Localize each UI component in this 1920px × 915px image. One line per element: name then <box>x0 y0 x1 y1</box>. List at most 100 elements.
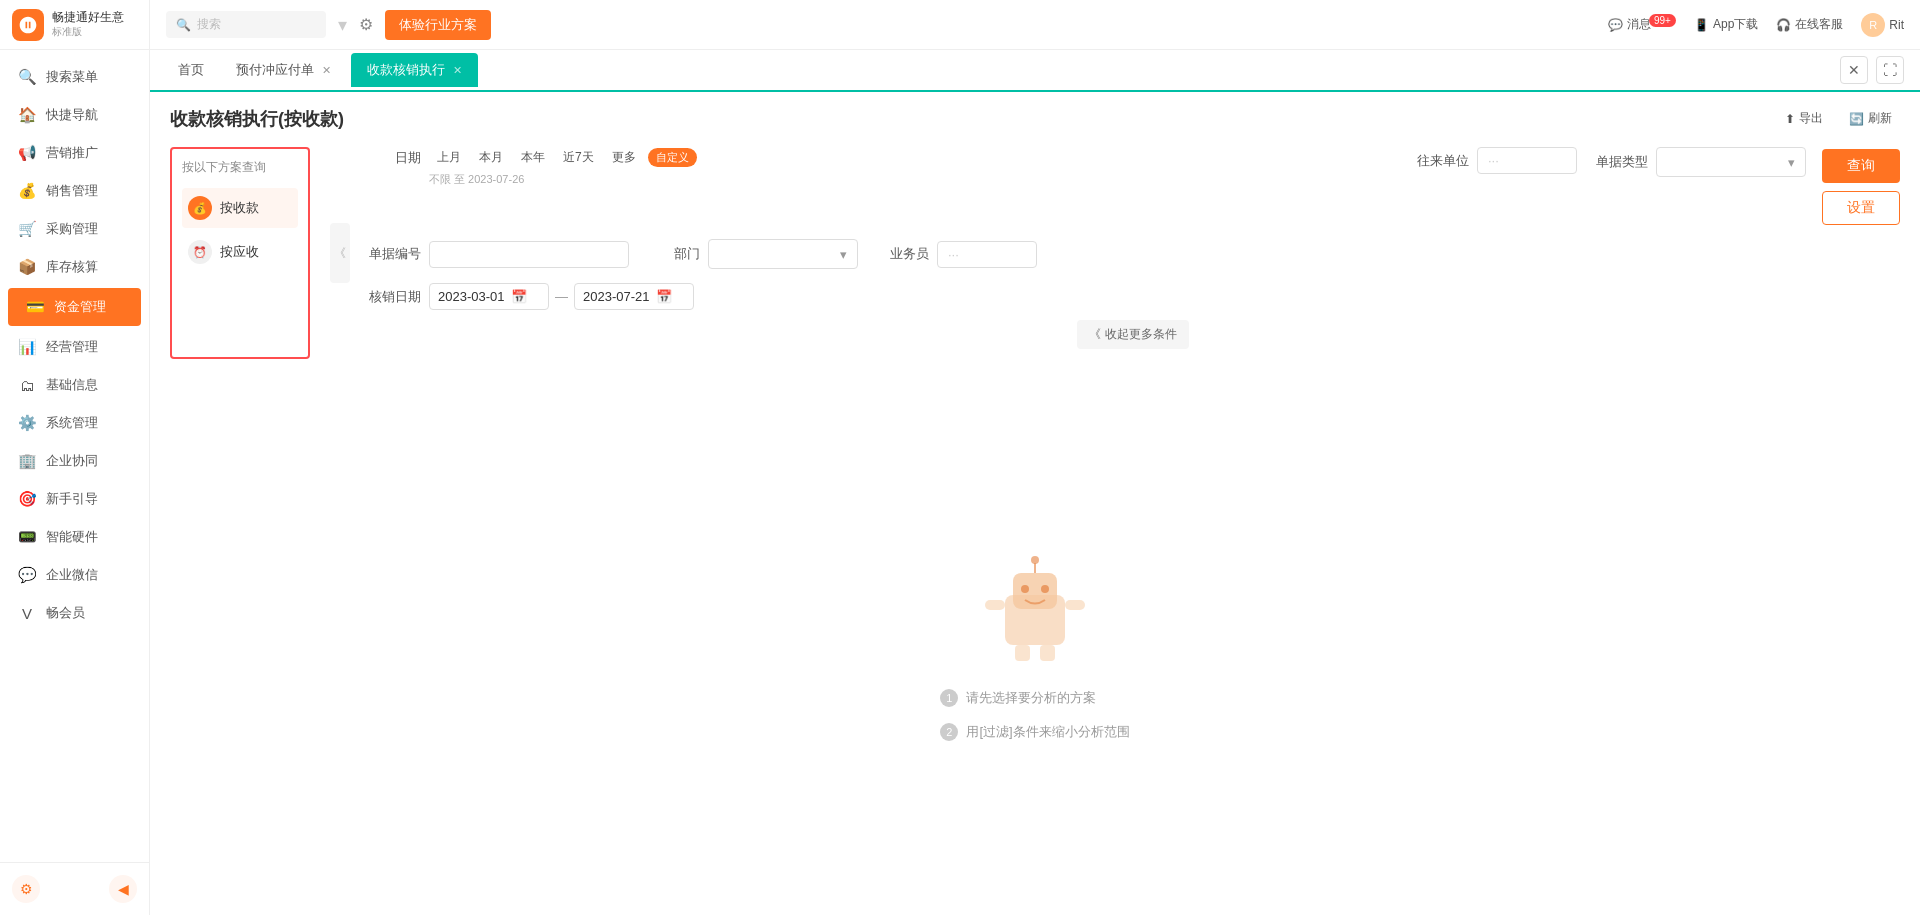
receivable-icon: ⏰ <box>188 240 212 264</box>
svg-point-3 <box>1041 585 1049 593</box>
filter-option-by-receivable[interactable]: ⏰ 按应收 <box>182 232 298 272</box>
empty-hint-1: 请先选择要分析的方案 <box>966 685 1096 711</box>
tab-prepay-close[interactable]: ✕ <box>322 64 331 77</box>
collapse-filter-button[interactable]: 《 <box>330 223 350 283</box>
last-month-btn[interactable]: 上月 <box>431 147 467 168</box>
salesperson-label: 业务员 <box>874 245 929 263</box>
sidebar-item-sales[interactable]: 💰 销售管理 <box>0 172 149 210</box>
avatar: R <box>1861 13 1885 37</box>
more-dates-btn[interactable]: 更多 <box>606 147 642 168</box>
custom-date-tag[interactable]: 自定义 <box>648 148 697 167</box>
system-icon: ⚙️ <box>18 414 36 432</box>
expand-conditions-button[interactable]: 《 收起更多条件 <box>1077 320 1189 349</box>
date-label: 日期 <box>366 149 421 167</box>
sidebar-item-quick-nav[interactable]: 🏠 快捷导航 <box>0 96 149 134</box>
counterpart-label: 往来单位 <box>1414 152 1469 170</box>
this-month-btn[interactable]: 本月 <box>473 147 509 168</box>
dropdown-icon: ▾ <box>338 14 347 36</box>
doc-no-label: 单据编号 <box>366 245 421 263</box>
maximize-button[interactable]: ⛶ <box>1876 56 1904 84</box>
sidebar-item-system[interactable]: ⚙️ 系统管理 <box>0 404 149 442</box>
sidebar: 畅捷通好生意 标准版 🔍 搜索菜单 🏠 快捷导航 📢 营销推广 💰 销售管理 🛒… <box>0 0 150 915</box>
filter-main: 日期 上月 本月 本年 近7天 更多 自定义 不限 至 2023-07-26 <box>366 147 1900 359</box>
chevron-up-icon: 《 <box>1089 326 1101 343</box>
tab-writeoff[interactable]: 收款核销执行 ✕ <box>351 53 478 87</box>
sidebar-item-finance[interactable]: 💳 资金管理 <box>8 288 141 326</box>
query-button[interactable]: 查询 <box>1822 149 1900 183</box>
logo-text: 畅捷通好生意 <box>52 10 124 26</box>
this-year-btn[interactable]: 本年 <box>515 147 551 168</box>
search-icon: 🔍 <box>176 18 191 32</box>
empty-illustration <box>975 545 1095 665</box>
finance-icon: 💳 <box>26 298 44 316</box>
sidebar-item-inventory[interactable]: 📦 库存核算 <box>0 248 149 286</box>
member-icon: V <box>18 605 36 622</box>
settings-button[interactable]: ⚙ <box>12 875 40 903</box>
sidebar-footer: ⚙ ◀ <box>0 862 149 915</box>
sidebar-item-wechat[interactable]: 💬 企业微信 <box>0 556 149 594</box>
writeoff-date-start-input[interactable]: 2023-03-01 📅 <box>429 283 549 310</box>
collapse-sidebar-button[interactable]: ◀ <box>109 875 137 903</box>
tab-home[interactable]: 首页 <box>166 53 216 87</box>
app-download-button[interactable]: 📱 App下载 <box>1694 16 1758 33</box>
writeoff-date-end-input[interactable]: 2023-07-21 📅 <box>574 283 694 310</box>
sidebar-item-member[interactable]: V 畅会员 <box>0 594 149 632</box>
wechat-icon: 💬 <box>18 566 36 584</box>
filter-sidebar-title: 按以下方案查询 <box>182 159 298 176</box>
tabs-bar: 首页 预付冲应付单 ✕ 收款核销执行 ✕ ✕ ⛶ <box>150 50 1920 92</box>
svg-point-2 <box>1021 585 1029 593</box>
sidebar-item-operation[interactable]: 📊 经营管理 <box>0 328 149 366</box>
tab-writeoff-close[interactable]: ✕ <box>453 64 462 77</box>
refresh-icon: 🔄 <box>1849 112 1864 126</box>
sidebar-item-purchase[interactable]: 🛒 采购管理 <box>0 210 149 248</box>
page-title: 收款核销执行(按收款) <box>170 107 344 131</box>
doc-type-select[interactable]: ▾ <box>1656 147 1806 177</box>
counterpart-input[interactable]: ··· <box>1477 147 1577 174</box>
department-select[interactable]: ▾ <box>708 239 858 269</box>
marketing-icon: 📢 <box>18 144 36 162</box>
topbar: 🔍 搜索 ▾ ⚙ 体验行业方案 💬 消息 99+ 📱 App下载 🎧 在线客服 <box>150 0 1920 50</box>
writeoff-date-label: 核销日期 <box>366 288 421 306</box>
main-content: 🔍 搜索 ▾ ⚙ 体验行业方案 💬 消息 99+ 📱 App下载 🎧 在线客服 <box>150 0 1920 915</box>
export-button[interactable]: ⬆ 导出 <box>1777 106 1831 131</box>
filter-option-by-receipt[interactable]: 💰 按收款 <box>182 188 298 228</box>
sidebar-item-hardware[interactable]: 📟 智能硬件 <box>0 518 149 556</box>
quick-dates: 上月 本月 本年 近7天 更多 自定义 <box>431 147 697 168</box>
sidebar-item-marketing[interactable]: 📢 营销推广 <box>0 134 149 172</box>
tab-prepay[interactable]: 预付冲应付单 ✕ <box>220 53 347 87</box>
sidebar-item-guide[interactable]: 🎯 新手引导 <box>0 480 149 518</box>
empty-hint-2: 用[过滤]条件来缩小分析范围 <box>966 719 1129 745</box>
filter-area: 按以下方案查询 💰 按收款 ⏰ 按应收 《 <box>150 131 1920 375</box>
online-service-button[interactable]: 🎧 在线客服 <box>1776 16 1843 33</box>
logo-sub: 标准版 <box>52 25 124 39</box>
search-icon: 🔍 <box>18 68 36 86</box>
svg-rect-7 <box>1065 600 1085 610</box>
refresh-button[interactable]: 🔄 刷新 <box>1841 106 1900 131</box>
calendar-end-icon: 📅 <box>656 289 672 304</box>
user-menu[interactable]: R Rit <box>1861 13 1904 37</box>
salesperson-input[interactable]: ··· <box>937 241 1037 268</box>
empty-state: 1 请先选择要分析的方案 2 用[过滤]条件来缩小分析范围 <box>150 375 1920 915</box>
date-hint: 不限 至 2023-07-26 <box>429 172 1398 187</box>
doc-type-label: 单据类型 <box>1593 153 1648 171</box>
receipt-icon: 💰 <box>188 196 212 220</box>
phone-icon: 📱 <box>1694 18 1709 32</box>
sidebar-item-enterprise[interactable]: 🏢 企业协同 <box>0 442 149 480</box>
setting-button[interactable]: 设置 <box>1822 191 1900 225</box>
solution-button[interactable]: 体验行业方案 <box>385 10 491 40</box>
sidebar-item-basic[interactable]: 🗂 基础信息 <box>0 366 149 404</box>
doc-no-input[interactable] <box>429 241 629 268</box>
messages-button[interactable]: 💬 消息 99+ <box>1608 16 1676 33</box>
last-7-days-btn[interactable]: 近7天 <box>557 147 600 168</box>
filter-scheme-panel: 按以下方案查询 💰 按收款 ⏰ 按应收 <box>170 147 310 359</box>
sidebar-item-search[interactable]: 🔍 搜索菜单 <box>0 58 149 96</box>
close-tab-button[interactable]: ✕ <box>1840 56 1868 84</box>
topbar-search[interactable]: 🔍 搜索 <box>166 11 326 38</box>
svg-point-5 <box>1031 556 1039 564</box>
headset-icon: 🎧 <box>1776 18 1791 32</box>
sales-icon: 💰 <box>18 182 36 200</box>
gear-icon[interactable]: ⚙ <box>359 15 373 34</box>
svg-rect-8 <box>1015 645 1030 661</box>
basic-icon: 🗂 <box>18 377 36 394</box>
inventory-icon: 📦 <box>18 258 36 276</box>
